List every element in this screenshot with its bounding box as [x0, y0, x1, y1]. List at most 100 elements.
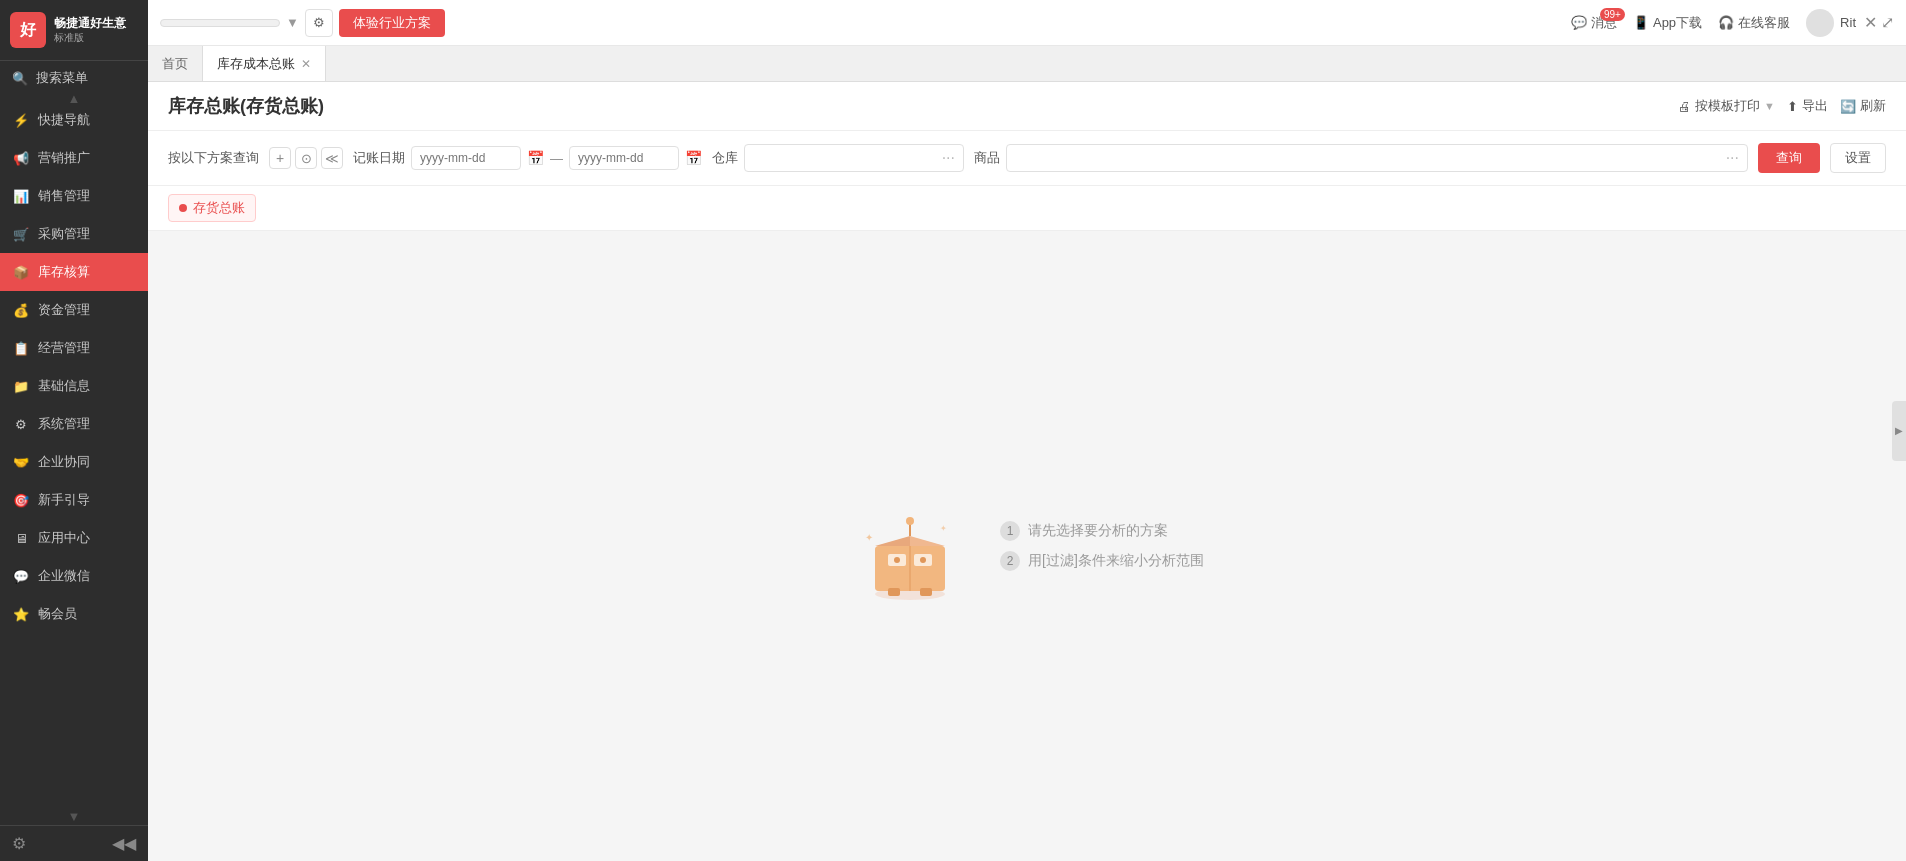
calendar-start-icon[interactable]: 📅	[527, 150, 544, 166]
basic-icon: 📁	[12, 377, 30, 395]
sidebar-item-purchase[interactable]: 🛒 采购管理	[0, 215, 148, 253]
calendar-end-icon[interactable]: 📅	[685, 150, 702, 166]
print-button[interactable]: 🖨 按模板打印 ▼	[1678, 97, 1775, 115]
sidebar-item-marketing[interactable]: 📢 营销推广	[0, 139, 148, 177]
goods-label: 商品	[974, 149, 1000, 167]
refresh-button[interactable]: 🔄 刷新	[1840, 97, 1886, 115]
sidebar-item-shortcuts[interactable]: ⚡ 快捷导航	[0, 101, 148, 139]
print-chevron-icon[interactable]: ▼	[1764, 100, 1775, 112]
sidebar-item-system[interactable]: ⚙ 系统管理	[0, 405, 148, 443]
collapse-icon[interactable]: ◀◀	[112, 834, 136, 853]
sidebar-item-inventory[interactable]: 📦 库存核算	[0, 253, 148, 291]
sidebar-item-label: 经营管理	[38, 339, 90, 357]
goods-input[interactable]: ···	[1006, 144, 1748, 172]
expand-icon[interactable]: ⤢	[1881, 13, 1894, 32]
sidebar-item-label: 快捷导航	[38, 111, 90, 129]
newbie-icon: 🎯	[12, 491, 30, 509]
scheme-filter: 存货总账	[148, 186, 1906, 231]
empty-text: 1 请先选择要分析的方案 2 用[过滤]条件来缩小分析范围	[1000, 521, 1204, 571]
marketing-icon: 📢	[12, 149, 30, 167]
chevron-down-icon[interactable]: ▼	[286, 15, 299, 30]
refresh-label: 刷新	[1860, 97, 1886, 115]
tab-inventory-ledger[interactable]: 库存成本总账 ✕	[203, 46, 326, 81]
refresh-icon: 🔄	[1840, 99, 1856, 114]
online-service-label: 在线客服	[1738, 14, 1790, 32]
sidebar-item-label: 系统管理	[38, 415, 90, 433]
content-area: ✦ ✦ 1 请先选择要分析的方案 2 用[过滤]条件来缩小分析范围	[148, 231, 1906, 861]
sidebar-item-weixin[interactable]: 💬 企业微信	[0, 557, 148, 595]
svg-text:✦: ✦	[940, 524, 947, 533]
sidebar-item-enterprise[interactable]: 🤝 企业协同	[0, 443, 148, 481]
operations-icon: 📋	[12, 339, 30, 357]
scheme-item[interactable]: 存货总账	[168, 194, 256, 222]
query-button[interactable]: 查询	[1758, 143, 1820, 173]
tab-label: 库存成本总账	[217, 55, 295, 73]
filter-label-text: 按以下方案查询	[168, 149, 259, 167]
message-button[interactable]: 💬 消息 99+	[1571, 14, 1617, 32]
user-area[interactable]: Rit	[1806, 9, 1856, 37]
headset-icon: 🎧	[1718, 15, 1734, 30]
sidebar-item-label: 企业协同	[38, 453, 90, 471]
close-icon[interactable]: ✕	[1864, 13, 1877, 32]
app-logo-text: 畅捷通好生意 标准版	[54, 15, 126, 46]
filter-add-button[interactable]: +	[269, 147, 291, 169]
page-title: 库存总账(存货总账)	[168, 94, 324, 118]
sidebar-item-label: 畅会员	[38, 605, 77, 623]
tab-home[interactable]: 首页	[148, 46, 203, 81]
sidebar-item-basic[interactable]: 📁 基础信息	[0, 367, 148, 405]
export-button[interactable]: ⬆ 导出	[1787, 97, 1828, 115]
topbar: ▼ ⚙ 体验行业方案 💬 消息 99+ 📱 App下载 🎧 在线客服 Rit	[148, 0, 1906, 46]
warehouse-more-icon[interactable]: ···	[942, 149, 955, 167]
date-start-input[interactable]	[411, 146, 521, 170]
goods-more-icon[interactable]: ···	[1726, 149, 1739, 167]
export-icon: ⬆	[1787, 99, 1798, 114]
sales-icon: 📊	[12, 187, 30, 205]
svg-text:✦: ✦	[865, 532, 873, 543]
svg-point-11	[906, 517, 914, 525]
settings-button[interactable]: 设置	[1830, 143, 1886, 173]
print-label: 按模板打印	[1695, 97, 1760, 115]
sidebar-logo: 好 畅捷通好生意 标准版	[0, 0, 148, 61]
trial-button[interactable]: 体验行业方案	[339, 9, 445, 37]
tab-close-icon[interactable]: ✕	[301, 57, 311, 71]
user-name: Rit	[1840, 15, 1856, 30]
online-service-button[interactable]: 🎧 在线客服	[1718, 14, 1790, 32]
hint-number-1: 1	[1000, 521, 1020, 541]
sidebar-item-newbie[interactable]: 🎯 新手引导	[0, 481, 148, 519]
filter-collapse-button[interactable]: ≪	[321, 147, 343, 169]
app-logo-icon: 好	[10, 12, 46, 48]
date-label: 记账日期	[353, 149, 405, 167]
settings-icon[interactable]: ⚙	[12, 834, 26, 853]
gear-icon[interactable]: ⚙	[305, 9, 333, 37]
warehouse-input[interactable]: ···	[744, 144, 964, 172]
empty-illustration: ✦ ✦	[850, 486, 970, 606]
enterprise-icon: 🤝	[12, 453, 30, 471]
filter-settings-button[interactable]: ⊙	[295, 147, 317, 169]
sidebar-item-appcenter[interactable]: 🖥 应用中心	[0, 519, 148, 557]
scroll-down-btn[interactable]: ▼	[0, 807, 148, 825]
finance-icon: 💰	[12, 301, 30, 319]
right-panel-toggle[interactable]: ▶	[1892, 401, 1906, 461]
tabs-bar: 首页 库存成本总账 ✕	[148, 46, 1906, 82]
sidebar-item-operations[interactable]: 📋 经营管理	[0, 329, 148, 367]
hint-text-2: 用[过滤]条件来缩小分析范围	[1028, 552, 1204, 570]
sidebar: 好 畅捷通好生意 标准版 🔍 搜索菜单 ▲ ⚡ 快捷导航 📢 营销推广 📊 销售…	[0, 0, 148, 861]
sidebar-item-label: 基础信息	[38, 377, 90, 395]
print-icon: 🖨	[1678, 99, 1691, 114]
brand-name: 畅捷通好生意	[54, 15, 126, 32]
sidebar-item-label: 资金管理	[38, 301, 90, 319]
topbar-right: 💬 消息 99+ 📱 App下载 🎧 在线客服 Rit	[1571, 9, 1856, 37]
sidebar-item-label: 营销推广	[38, 149, 90, 167]
breadcrumb-input[interactable]	[160, 19, 280, 27]
sidebar-item-label: 采购管理	[38, 225, 90, 243]
warehouse-field-group: 仓库 ···	[712, 144, 964, 172]
sidebar-item-finance[interactable]: 💰 资金管理	[0, 291, 148, 329]
app-download-button[interactable]: 📱 App下载	[1633, 14, 1702, 32]
date-end-input[interactable]	[569, 146, 679, 170]
filter-bar: 按以下方案查询 + ⊙ ≪ 记账日期 📅 — 📅 仓库	[148, 131, 1906, 186]
date-field-group: 记账日期 📅 — 📅	[353, 146, 702, 170]
export-label: 导出	[1802, 97, 1828, 115]
sidebar-item-sales[interactable]: 📊 销售管理	[0, 177, 148, 215]
sidebar-item-member[interactable]: ⭐ 畅会员	[0, 595, 148, 633]
message-badge: 99+	[1600, 8, 1625, 21]
